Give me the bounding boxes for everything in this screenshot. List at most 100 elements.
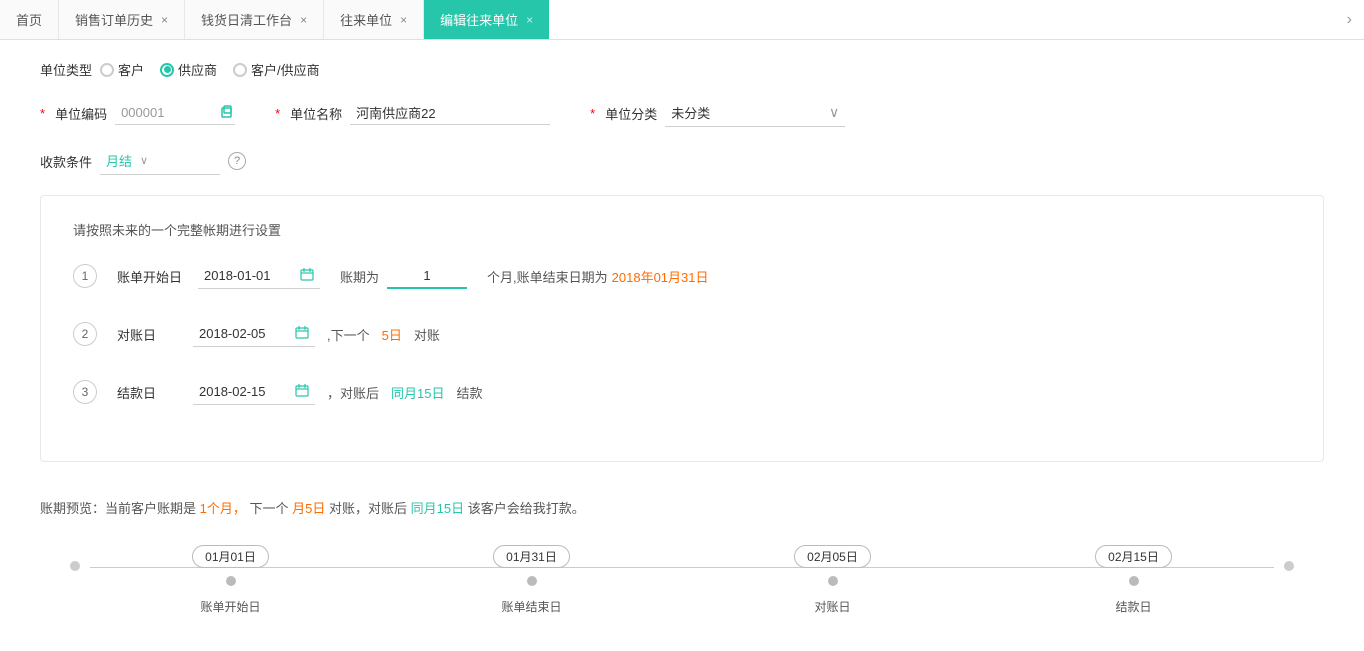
radio-both-circle: [233, 63, 247, 77]
unit-code-group: * 单位编码: [40, 101, 235, 125]
unit-category-label: 单位分类: [605, 104, 657, 123]
copy-icon[interactable]: [219, 103, 235, 122]
tab-partner-units[interactable]: 往来单位 ×: [324, 0, 424, 39]
radio-customer-label: 客户: [118, 60, 144, 79]
preview-pay-day: 同月15日: [411, 501, 464, 516]
collection-condition-group: 收款条件 月结 ∨ ?: [40, 147, 246, 175]
reconcile-calendar-icon[interactable]: [295, 325, 309, 342]
preview-prefix: 账期预览：当前客户账期是: [40, 501, 196, 516]
billing-start-label: 账单开始日: [117, 267, 182, 286]
preview-section: 账期预览：当前客户账期是 1个月， 下一个 月5日 对账，对账后 同月15日 该…: [40, 482, 1324, 631]
timeline-start-dot: [70, 561, 80, 571]
timeline-badge-2: 01月31日: [493, 545, 570, 568]
unit-code-required: *: [40, 106, 45, 121]
timeline-point-3: 02月05日 对账日: [682, 545, 983, 615]
tab-cash-ledger[interactable]: 钱货日清工作台 ×: [185, 0, 324, 39]
row-number-2: 2: [73, 322, 97, 346]
billing-start-middle: 账期为: [340, 267, 379, 286]
tab-edit-label: 编辑往来单位: [440, 10, 518, 29]
timeline-label-1: 账单开始日: [200, 598, 260, 615]
period-input[interactable]: [387, 264, 467, 289]
preview-pay-suffix: 该客户会给我打款。: [468, 501, 585, 516]
preview-reconcile-suffix: 对账，对账后: [329, 501, 407, 516]
radio-customer[interactable]: 客户: [100, 60, 144, 79]
payment-date-input[interactable]: [199, 384, 289, 399]
timeline-end-cap: [1284, 545, 1294, 571]
collection-condition-select[interactable]: 月结 ∨: [100, 147, 220, 175]
timeline-badge-3: 02月05日: [794, 545, 871, 568]
timeline-dot-2: [527, 576, 537, 586]
unit-type-group: 单位类型 客户 供应商 客户/供应商: [40, 60, 320, 79]
billing-end-date: 2018年01月31日: [612, 267, 709, 286]
reconcile-day-highlight: 5日: [382, 325, 402, 344]
tab-sales-label: 销售订单历史: [75, 10, 153, 29]
tab-nav-button[interactable]: ›: [1335, 0, 1364, 39]
collection-condition-label: 收款条件: [40, 152, 92, 171]
timeline-label-3: 对账日: [814, 598, 850, 615]
preview-reconcile-day: 月5日: [292, 501, 325, 516]
unit-category-value: 未分类: [671, 103, 710, 122]
timeline-point-2: 01月31日 账单结束日: [381, 545, 682, 615]
radio-supplier[interactable]: 供应商: [160, 60, 217, 79]
unit-name-input[interactable]: [350, 101, 550, 125]
unit-info-row: * 单位编码 * 单位名称 * 单位分类 未分类: [40, 99, 1324, 127]
reconcile-suffix: 对账: [414, 325, 440, 344]
radio-supplier-label: 供应商: [178, 60, 217, 79]
radio-both[interactable]: 客户/供应商: [233, 60, 320, 79]
tab-home[interactable]: 首页: [0, 0, 59, 39]
tab-cash-label: 钱货日清工作台: [201, 10, 292, 29]
unit-code-label: 单位编码: [55, 104, 107, 123]
tab-edit-close-icon[interactable]: ×: [526, 13, 533, 27]
timeline-start-cap: [70, 545, 80, 571]
tab-partner-close-icon[interactable]: ×: [400, 13, 407, 27]
timeline-label-4: 结款日: [1115, 598, 1151, 615]
preview-middle: 下一个: [250, 501, 289, 516]
timeline-label-2: 账单结束日: [501, 598, 561, 615]
timeline-point-4: 02月15日 结款日: [983, 545, 1284, 615]
payment-prefix: ，对账后: [327, 383, 379, 402]
collection-condition-value: 月结: [106, 151, 132, 170]
unit-category-dropdown-icon: ∨: [829, 104, 839, 121]
help-icon[interactable]: ?: [228, 152, 246, 170]
payment-suffix: 结款: [456, 383, 482, 402]
payment-date: [193, 379, 315, 405]
timeline-container: 01月01日 账单开始日 01月31日 账单结束日 02月05日 对账日: [40, 545, 1324, 615]
radio-group: 客户 供应商 客户/供应商: [100, 60, 320, 79]
tab-sales-order-history[interactable]: 销售订单历史 ×: [59, 0, 185, 39]
tab-edit-partner[interactable]: 编辑往来单位 ×: [424, 0, 549, 39]
nav-arrow-icon: ›: [1347, 11, 1352, 29]
collection-condition-row: 收款条件 月结 ∨ ?: [40, 147, 1324, 175]
payment-day-label: 结款日: [117, 383, 177, 402]
reconcile-date-input[interactable]: [199, 326, 289, 341]
radio-customer-circle: [100, 63, 114, 77]
payment-day-highlight: 同月15日: [391, 383, 444, 402]
unit-type-label: 单位类型: [40, 60, 92, 79]
reconcile-prefix: ,下一个: [327, 325, 370, 344]
billing-start-calendar-icon[interactable]: [300, 267, 314, 284]
billing-start-row: 1 账单开始日 账期为 个月,账单结束日期为 2018年01月31日: [73, 263, 1291, 289]
payment-calendar-icon[interactable]: [295, 383, 309, 400]
unit-name-group: * 单位名称: [275, 101, 550, 125]
timeline-point-1: 01月01日 账单开始日: [80, 545, 381, 615]
tab-partner-label: 往来单位: [340, 10, 392, 29]
main-content: 单位类型 客户 供应商 客户/供应商 * 单位编码: [0, 40, 1364, 651]
unit-type-row: 单位类型 客户 供应商 客户/供应商: [40, 60, 1324, 79]
reconcile-day-row: 2 对账日 ,下一个 5日 对账: [73, 321, 1291, 347]
unit-category-select[interactable]: 未分类 ∨: [665, 99, 845, 127]
payment-day-row: 3 结款日 ，对账后 同月15日 结款: [73, 379, 1291, 405]
row-number-1: 1: [73, 264, 97, 288]
timeline-points: 01月01日 账单开始日 01月31日 账单结束日 02月05日 对账日: [70, 545, 1294, 615]
collection-chevron-icon: ∨: [140, 154, 148, 167]
unit-code-input-wrapper: [115, 101, 235, 125]
billing-start-date-input[interactable]: [204, 268, 294, 283]
radio-both-label: 客户/供应商: [251, 60, 320, 79]
unit-code-input[interactable]: [115, 101, 215, 124]
timeline-badge-4: 02月15日: [1095, 545, 1172, 568]
preview-period: 1个月，: [200, 501, 246, 516]
unit-category-required: *: [590, 106, 595, 121]
billing-start-date: [198, 263, 320, 289]
reconcile-date: [193, 321, 315, 347]
tab-cash-close-icon[interactable]: ×: [300, 13, 307, 27]
tab-sales-close-icon[interactable]: ×: [161, 13, 168, 27]
tab-home-label: 首页: [16, 10, 42, 29]
